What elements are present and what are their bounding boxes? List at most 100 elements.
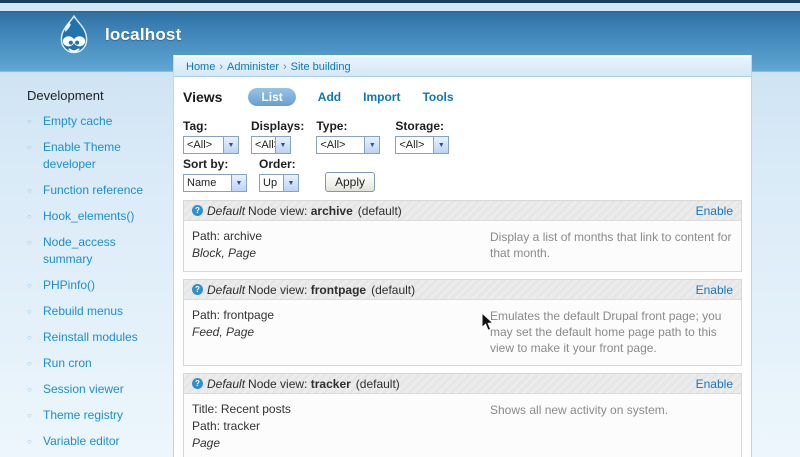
view-description: Emulates the default Drupal front page; …	[490, 309, 722, 355]
view-kind: Node view:	[248, 204, 308, 218]
sidebar-item-run-cron[interactable]: Run cron	[43, 355, 161, 372]
sidebar-item-variable-editor[interactable]: Variable editor	[43, 433, 161, 450]
sidebar-item-empty-cache[interactable]: Empty cache	[43, 113, 161, 130]
storage-select[interactable]: <All> ▼	[395, 136, 450, 154]
circle-bullet-icon: ○	[27, 333, 32, 342]
breadcrumb-home-link[interactable]: Home	[186, 61, 215, 73]
sidebar-item-enable-theme-developer[interactable]: Enable Theme developer	[43, 139, 161, 173]
view-suffix: (default)	[371, 283, 416, 297]
view-row-header: ? Default Node view: tracker (default) Enab…	[184, 374, 741, 394]
view-description: Display a list of months that link to co…	[490, 230, 732, 260]
circle-bullet-icon: ○	[27, 385, 32, 394]
sidebar-item-reinstall-modules[interactable]: Reinstall modules	[43, 329, 161, 346]
circle-bullet-icon: ○	[27, 437, 32, 446]
help-icon[interactable]: ?	[192, 205, 203, 216]
views-filters: Tag: <All> ▼ Displays: <All> ▼	[183, 119, 742, 192]
list-item: ○ Function reference	[27, 182, 173, 199]
circle-bullet-icon: ○	[27, 411, 32, 420]
view-default-flag: Default	[207, 377, 246, 391]
tab-add[interactable]: Add	[318, 90, 341, 104]
breadcrumb-separator: ›	[282, 61, 287, 73]
order-select[interactable]: Up ▼	[259, 174, 299, 192]
view-description: Shows all new activity on system.	[490, 403, 669, 417]
view-row-header: ? Default Node view: archive (default) Enab…	[184, 201, 741, 221]
tab-tools[interactable]: Tools	[422, 90, 453, 104]
filter-sort-by: Sort by: Name ▼	[183, 157, 247, 192]
circle-bullet-icon: ○	[27, 186, 32, 195]
site-name[interactable]: localhost	[105, 25, 181, 45]
dropdown-arrow-icon: ▼	[364, 137, 380, 153]
title-and-tabs-row: Views List Add Import Tools	[183, 86, 742, 108]
list-item: ○ Node_access summary	[27, 234, 173, 268]
breadcrumb-administer-link[interactable]: Administer	[227, 61, 279, 73]
tab-import[interactable]: Import	[363, 90, 400, 104]
enable-link[interactable]: Enable	[696, 283, 733, 297]
list-item: ○ Variable editor	[27, 433, 173, 450]
list-item: ○ Session viewer	[27, 381, 173, 398]
view-kind: Node view:	[248, 377, 308, 391]
tag-select[interactable]: <All> ▼	[183, 136, 239, 154]
view-default-flag: Default	[207, 283, 246, 297]
sort-by-select[interactable]: Name ▼	[183, 174, 247, 192]
displays-select[interactable]: <All> ▼	[251, 136, 291, 154]
view-path: Path: frontpage	[192, 308, 275, 322]
breadcrumb: Home › Administer › Site building	[174, 55, 751, 77]
sort-by-label: Sort by:	[183, 157, 229, 171]
help-icon[interactable]: ?	[192, 378, 203, 389]
page-title: Views	[183, 89, 223, 105]
view-displays: Feed, Page	[192, 325, 255, 339]
top-light-strip	[0, 3, 800, 11]
circle-bullet-icon: ○	[27, 238, 32, 247]
filter-storage: Storage: <All> ▼	[395, 119, 450, 154]
dropdown-arrow-icon: ▼	[275, 137, 290, 153]
breadcrumb-site-building-link[interactable]: Site building	[291, 61, 351, 73]
apply-button[interactable]: Apply	[325, 172, 376, 192]
circle-bullet-icon: ○	[27, 359, 32, 368]
list-item: ○ Empty cache	[27, 113, 173, 130]
sidebar-item-rebuild-menus[interactable]: Rebuild menus	[43, 303, 161, 320]
view-path: Path: archive	[192, 229, 263, 243]
view-title: Title: Recent posts	[192, 402, 291, 416]
sidebar-item-hook-elements[interactable]: Hook_elements()	[43, 208, 161, 225]
sidebar-item-function-reference[interactable]: Function reference	[43, 182, 161, 199]
view-name: tracker	[310, 377, 351, 391]
list-item: ○ Theme registry	[27, 407, 173, 424]
view-displays: Page	[192, 436, 221, 450]
dropdown-arrow-icon: ▼	[433, 137, 449, 153]
list-item: ○ Hook_elements()	[27, 208, 173, 225]
tab-list[interactable]: List	[248, 88, 296, 106]
filter-displays: Displays: <All> ▼	[251, 119, 304, 154]
content-panel: Home › Administer › Site building Views List…	[173, 55, 752, 457]
help-icon[interactable]: ?	[192, 284, 203, 295]
view-default-flag: Default	[207, 204, 246, 218]
sidebar-item-node-access-summary[interactable]: Node_access summary	[43, 234, 161, 268]
sidebar-item-theme-registry[interactable]: Theme registry	[43, 407, 161, 424]
view-path: Path: tracker	[192, 419, 261, 433]
sidebar-item-session-viewer[interactable]: Session viewer	[43, 381, 161, 398]
enable-link[interactable]: Enable	[696, 204, 733, 218]
druplicon-logo-icon	[60, 14, 88, 54]
type-select[interactable]: <All> ▼	[316, 136, 381, 154]
list-item: ○ Enable Theme developer	[27, 139, 173, 173]
view-row-body: Path: frontpage Feed, Page Emulates the …	[184, 300, 741, 365]
view-row-body: Path: archive Block, Page Display a list…	[184, 221, 741, 271]
dropdown-arrow-icon: ▼	[283, 175, 298, 191]
order-label: Order:	[259, 157, 296, 171]
list-item: ○ Rebuild menus	[27, 303, 173, 320]
sidebar-section-title: Development	[27, 88, 104, 103]
site-brand[interactable]: localhost	[56, 14, 181, 56]
view-suffix: (default)	[357, 204, 402, 218]
circle-bullet-icon: ○	[27, 117, 32, 126]
view-kind: Node view:	[248, 283, 308, 297]
enable-link[interactable]: Enable	[696, 377, 733, 391]
breadcrumb-separator: ›	[219, 61, 224, 73]
dropdown-arrow-icon: ▼	[231, 175, 246, 191]
sidebar-item-phpinfo[interactable]: PHPinfo()	[43, 277, 161, 294]
list-item: ○ PHPinfo()	[27, 277, 173, 294]
filter-type: Type: <All> ▼	[316, 119, 381, 154]
view-row-header: ? Default Node view: frontpage (default) En…	[184, 280, 741, 300]
tag-label: Tag:	[183, 119, 208, 133]
dropdown-arrow-icon: ▼	[223, 137, 238, 153]
view-row-frontpage: ? Default Node view: frontpage (default) En…	[183, 279, 742, 366]
list-item: ○ Reinstall modules	[27, 329, 173, 346]
